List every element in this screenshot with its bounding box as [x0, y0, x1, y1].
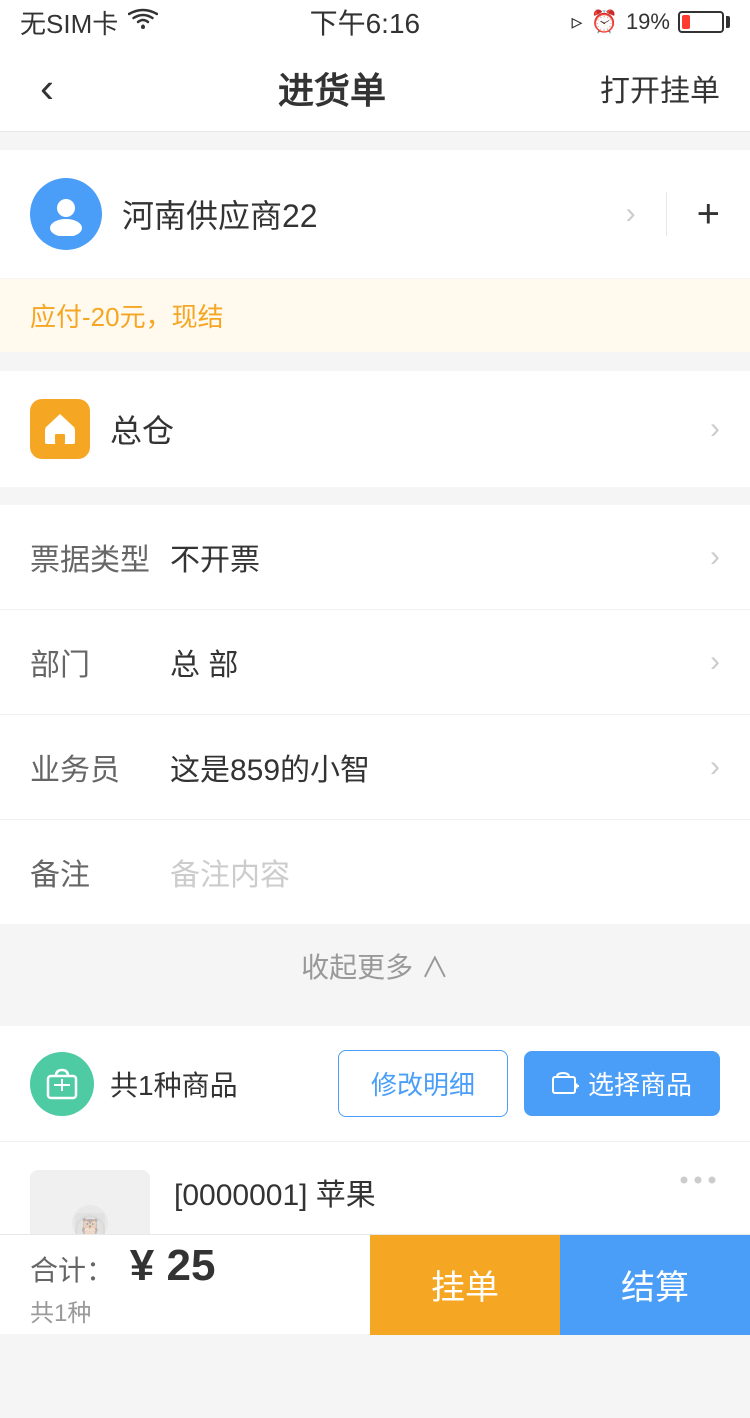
- location-icon: ▹: [571, 9, 582, 35]
- warehouse-name: 总仓: [110, 406, 710, 452]
- ticket-type-value: 不开票: [150, 535, 710, 579]
- section-gap-3: [0, 487, 750, 505]
- status-bar: 无SIM卡 下午6:16 ▹ ⏰ 19%: [0, 0, 750, 44]
- open-pending-button[interactable]: 打开挂单: [600, 66, 720, 110]
- section-gap-4: [0, 1008, 750, 1026]
- nav-bar: ‹ 进货单 打开挂单: [0, 44, 750, 132]
- salesperson-label: 业务员: [30, 745, 150, 789]
- edit-details-button[interactable]: 修改明细: [338, 1050, 508, 1117]
- payment-notice: 应付-20元，现结: [0, 278, 750, 352]
- total-sub-label: 共1种: [30, 1293, 340, 1328]
- carrier-label: 无SIM卡: [20, 4, 118, 41]
- warehouse-section[interactable]: 总仓 ›: [0, 370, 750, 487]
- ticket-type-arrow-icon: ›: [710, 540, 720, 574]
- product-more-button[interactable]: [676, 1170, 720, 1190]
- product-name: [0000001] 苹果: [174, 1170, 676, 1214]
- collapse-row[interactable]: 收起更多 ∧: [0, 924, 750, 1008]
- remark-value: 备注内容: [150, 850, 720, 894]
- bottom-bar: 合计： ¥ 25 共1种 挂单 结算: [0, 1234, 750, 1334]
- remark-label: 备注: [30, 850, 150, 894]
- section-gap-1: [0, 132, 750, 150]
- status-time: 下午6:16: [310, 2, 421, 42]
- pend-button[interactable]: 挂单: [370, 1235, 560, 1335]
- product-section-icon: [30, 1052, 94, 1116]
- select-product-button[interactable]: 选择商品: [524, 1051, 720, 1116]
- product-header: 共1种商品 修改明细 选择商品: [0, 1026, 750, 1142]
- total-section: 合计： ¥ 25 共1种: [0, 1241, 370, 1328]
- salesperson-arrow-icon: ›: [710, 750, 720, 784]
- total-amount: ¥ 25: [130, 1241, 216, 1290]
- warehouse-row[interactable]: 总仓 ›: [0, 370, 750, 487]
- supplier-divider: [666, 192, 667, 236]
- warehouse-icon: [30, 399, 90, 459]
- supplier-name: 河南供应商22: [122, 191, 626, 237]
- remark-row[interactable]: 备注 备注内容: [0, 820, 750, 924]
- supplier-row[interactable]: 河南供应商22 › +: [0, 150, 750, 278]
- warehouse-arrow-icon: ›: [710, 412, 720, 446]
- battery-percent: 19%: [626, 9, 670, 35]
- alarm-icon: ⏰: [591, 9, 618, 35]
- total-label: 合计：: [30, 1255, 114, 1286]
- ticket-type-label: 票据类型: [30, 535, 150, 579]
- supplier-arrow-icon: ›: [626, 197, 636, 231]
- wifi-icon: [128, 8, 158, 37]
- battery-icon: [678, 11, 730, 33]
- supplier-avatar: [30, 178, 102, 250]
- form-section: 票据类型 不开票 › 部门 总 部 › 业务员 这是859的小智 › 备注 备注…: [0, 505, 750, 924]
- back-button[interactable]: ‹: [30, 54, 64, 122]
- salesperson-row[interactable]: 业务员 这是859的小智 ›: [0, 715, 750, 820]
- page-title: 进货单: [278, 62, 386, 114]
- department-label: 部门: [30, 640, 150, 684]
- status-left: 无SIM卡: [20, 4, 158, 41]
- department-arrow-icon: ›: [710, 645, 720, 679]
- settle-button[interactable]: 结算: [560, 1235, 750, 1335]
- supplier-section: 河南供应商22 › + 应付-20元，现结: [0, 150, 750, 352]
- section-gap-2: [0, 352, 750, 370]
- salesperson-value: 这是859的小智: [150, 745, 710, 789]
- product-count: 共1种商品: [110, 1064, 338, 1104]
- total-row: 合计： ¥ 25: [30, 1241, 340, 1291]
- select-product-label: 选择商品: [588, 1065, 692, 1102]
- status-right: ▹ ⏰ 19%: [571, 9, 730, 35]
- add-supplier-button[interactable]: +: [697, 192, 720, 237]
- collapse-label: 收起更多 ∧: [301, 946, 449, 986]
- department-row[interactable]: 部门 总 部 ›: [0, 610, 750, 715]
- department-value: 总 部: [150, 640, 710, 684]
- ticket-type-row[interactable]: 票据类型 不开票 ›: [0, 505, 750, 610]
